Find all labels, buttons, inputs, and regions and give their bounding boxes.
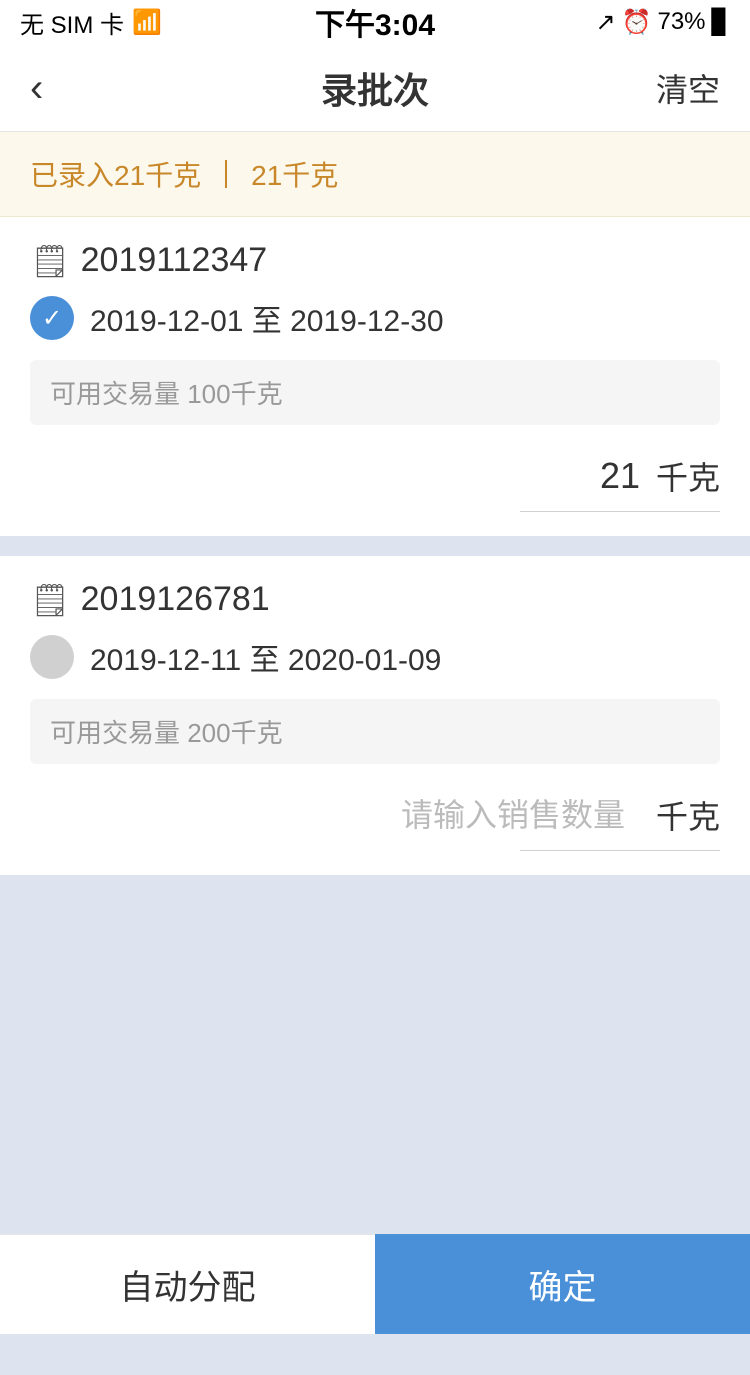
gray-area <box>0 875 750 1275</box>
summary-divider <box>225 160 227 188</box>
batch-date-2: 2019-12-11 至 2020-01-09 <box>90 635 441 679</box>
batch-date-1: 2019-12-01 至 2019-12-30 <box>90 296 444 340</box>
radio-btn-1[interactable]: ✓ <box>30 296 74 340</box>
check-icon-1: ✓ <box>42 304 62 333</box>
status-time: 下午3:04 <box>315 0 435 44</box>
avail-text-1: 可用交易量 100千克 <box>50 379 283 409</box>
avail-bar-2: 可用交易量 200千克 <box>30 699 720 764</box>
qty-input-2[interactable] <box>30 797 640 834</box>
batch-id-1: 2019112347 <box>81 241 268 280</box>
qty-value-1: 21 <box>600 455 640 497</box>
battery-icon: ▊ <box>712 8 730 37</box>
sim-label: 无 SIM 卡 <box>20 5 124 40</box>
bottom-bar: 自动分配 确定 <box>0 1234 750 1334</box>
doc-icon-2: 🗒 <box>30 581 71 619</box>
confirm-button[interactable]: 确定 <box>375 1234 750 1334</box>
page-title: 录批次 <box>321 62 429 114</box>
avail-text-2: 可用交易量 200千克 <box>50 718 283 748</box>
qty-unit-1: 千克 <box>656 453 720 499</box>
batch-card-2: 🗒 2019126781 2019-12-11 至 2020-01-09 可用交… <box>0 556 750 875</box>
radio-btn-2[interactable] <box>30 635 74 679</box>
status-right: ↗ ⏰ 73% ▊ <box>595 8 730 37</box>
back-button[interactable]: ‹ <box>30 68 43 108</box>
alarm-icon: ⏰ <box>622 8 652 37</box>
clear-button[interactable]: 清空 <box>656 65 720 111</box>
wifi-icon: 📶 <box>132 8 162 37</box>
location-icon: ↗ <box>595 8 615 37</box>
avail-bar-1: 可用交易量 100千克 <box>30 360 720 425</box>
section-divider <box>0 536 750 556</box>
doc-icon-1: 🗒 <box>30 242 71 280</box>
summary-banner: 已录入21千克 21千克 <box>0 132 750 217</box>
input-unit-2: 千克 <box>656 792 720 838</box>
auto-distribute-button[interactable]: 自动分配 <box>0 1234 375 1334</box>
qty-row-1: 21 千克 <box>0 425 750 499</box>
page-container: 无 SIM 卡 📶 下午3:04 ↗ ⏰ 73% ▊ ‹ 录批次 清空 已录入2… <box>0 0 750 1375</box>
summary-value: 21千克 <box>251 154 338 194</box>
nav-bar: ‹ 录批次 清空 <box>0 44 750 132</box>
recorded-label: 已录入21千克 <box>30 154 201 194</box>
batch-card-1: 🗒 2019112347 ✓ 2019-12-01 至 2019-12-30 可… <box>0 217 750 536</box>
status-bar: 无 SIM 卡 📶 下午3:04 ↗ ⏰ 73% ▊ <box>0 0 750 44</box>
battery-percent: 73% <box>657 8 705 36</box>
input-row-2: 千克 <box>0 764 750 838</box>
batch-id-2: 2019126781 <box>81 580 270 619</box>
status-left: 无 SIM 卡 📶 <box>20 5 162 40</box>
